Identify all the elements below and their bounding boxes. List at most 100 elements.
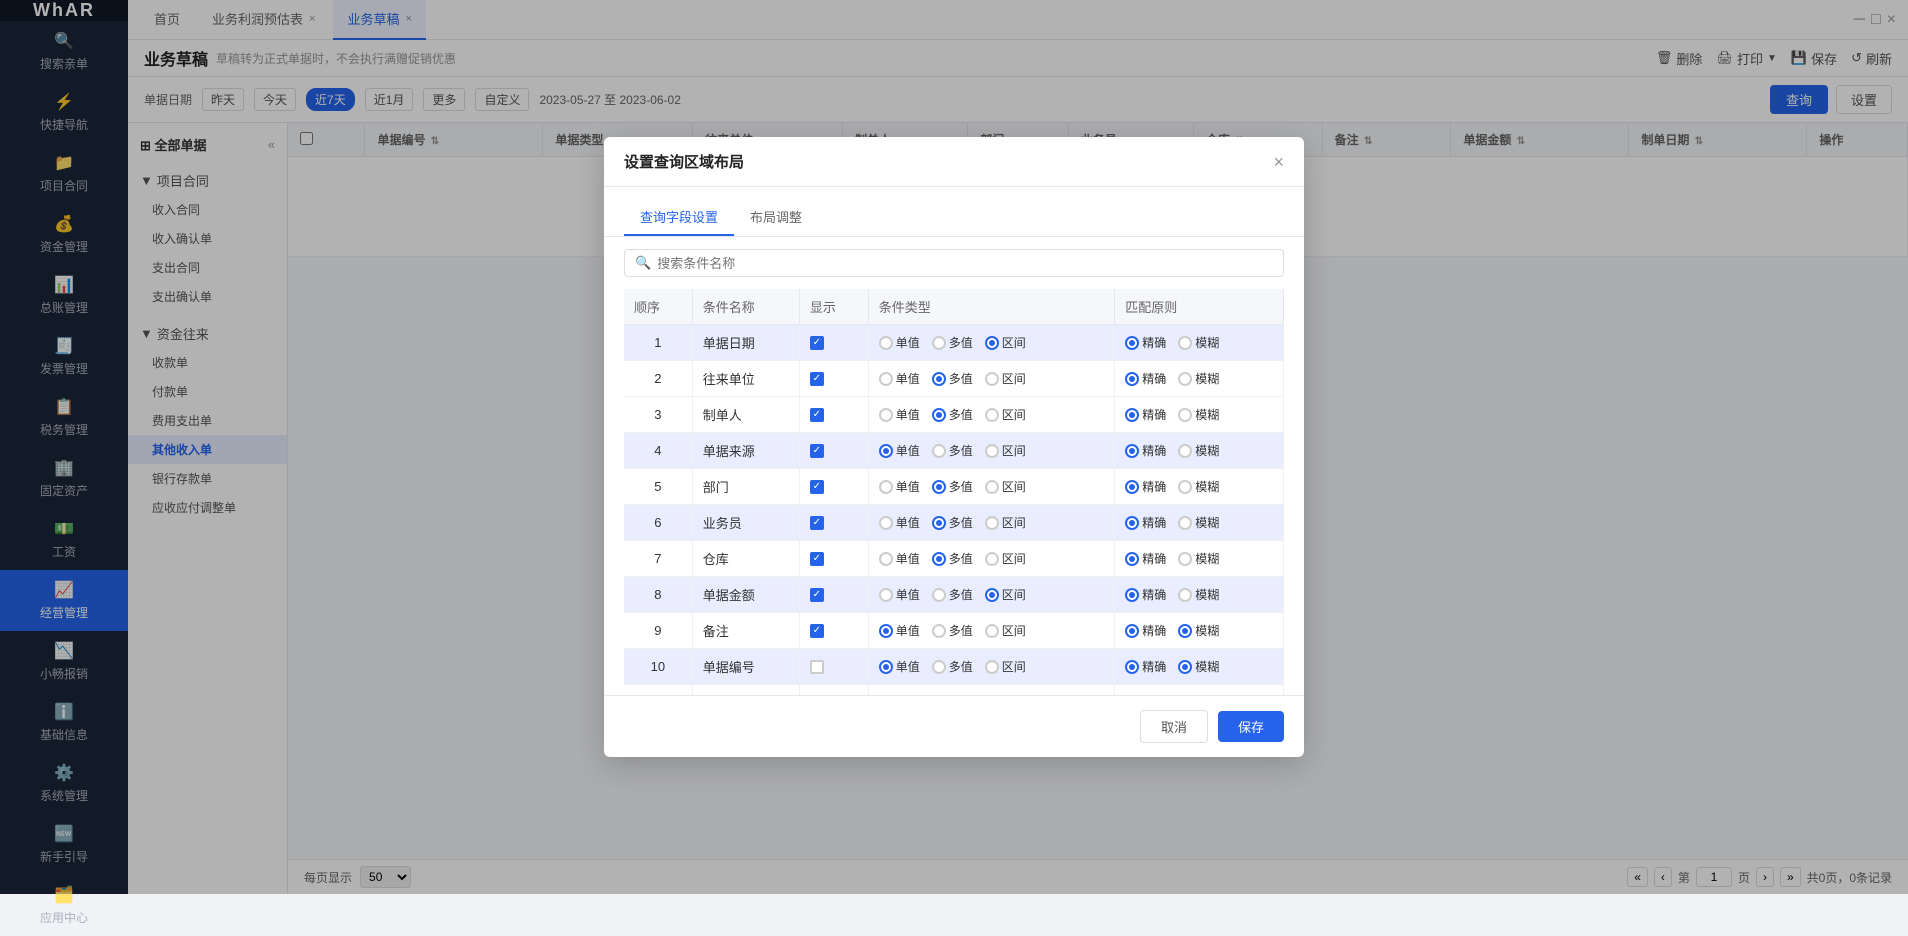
modal-row-type[interactable]: 单值多值区间 xyxy=(868,541,1114,577)
match-radio-精确[interactable]: 精确 xyxy=(1125,514,1166,531)
cancel-button[interactable]: 取消 xyxy=(1140,710,1208,743)
modal-row-match[interactable]: 精确模糊 xyxy=(1115,649,1284,685)
match-radio-精确[interactable]: 精确 xyxy=(1125,586,1166,603)
type-radio-单值[interactable]: 单值 xyxy=(879,478,920,495)
type-radio-区间[interactable]: 区间 xyxy=(985,514,1026,531)
type-radio-单值[interactable]: 单值 xyxy=(879,550,920,567)
type-radio-多值[interactable]: 多值 xyxy=(932,370,973,387)
modal-row-match[interactable]: 精确模糊 xyxy=(1115,469,1284,505)
match-radio-模糊[interactable]: 模糊 xyxy=(1178,478,1219,495)
type-radio-单值[interactable]: 单值 xyxy=(879,406,920,423)
match-radio-模糊[interactable]: 模糊 xyxy=(1178,334,1219,351)
type-radio-区间[interactable]: 区间 xyxy=(985,550,1026,567)
modal-row-type[interactable]: 单值多值区间 xyxy=(868,433,1114,469)
modal-row-show[interactable]: ✓ xyxy=(799,361,868,397)
modal-row-show[interactable]: ✓ xyxy=(799,433,868,469)
modal-row-type[interactable]: 单值多值区间 xyxy=(868,685,1114,696)
type-radio-多值[interactable]: 多值 xyxy=(932,442,973,459)
match-radio-精确[interactable]: 精确 xyxy=(1125,622,1166,639)
modal-row-show[interactable]: ✓ xyxy=(799,397,868,433)
type-radio-多值[interactable]: 多值 xyxy=(932,658,973,675)
match-radio-模糊[interactable]: 模糊 xyxy=(1178,658,1219,675)
show-checkbox[interactable]: ✓ xyxy=(810,624,824,638)
type-radio-区间[interactable]: 区间 xyxy=(985,478,1026,495)
match-radio-精确[interactable]: 精确 xyxy=(1125,334,1166,351)
modal-row-match[interactable]: 精确模糊 xyxy=(1115,613,1284,649)
modal-row-show[interactable]: ✓ xyxy=(799,325,868,361)
modal-row-match[interactable]: 精确模糊 xyxy=(1115,505,1284,541)
match-radio-精确[interactable]: 精确 xyxy=(1125,478,1166,495)
modal-tab-query[interactable]: 查询字段设置 xyxy=(624,199,734,236)
match-radio-模糊[interactable]: 模糊 xyxy=(1178,622,1219,639)
type-radio-单值[interactable]: 单值 xyxy=(879,658,920,675)
modal-row-show[interactable]: ✓ xyxy=(799,541,868,577)
match-radio-模糊[interactable]: 模糊 xyxy=(1178,442,1219,459)
type-radio-区间[interactable]: 区间 xyxy=(985,586,1026,603)
modal-search-input[interactable] xyxy=(657,256,1273,271)
match-radio-精确[interactable]: 精确 xyxy=(1125,442,1166,459)
modal-row-type[interactable]: 单值多值区间 xyxy=(868,649,1114,685)
modal-row-match[interactable]: 精确模糊 xyxy=(1115,577,1284,613)
type-radio-区间[interactable]: 区间 xyxy=(985,370,1026,387)
type-radio-单值[interactable]: 单值 xyxy=(879,622,920,639)
modal-row-type[interactable]: 单值多值区间 xyxy=(868,505,1114,541)
modal-row-match[interactable]: 精确模糊 xyxy=(1115,685,1284,696)
show-checkbox[interactable]: ✓ xyxy=(810,408,824,422)
match-radio-模糊[interactable]: 模糊 xyxy=(1178,370,1219,387)
modal-row-match[interactable]: 精确模糊 xyxy=(1115,397,1284,433)
modal-row-type[interactable]: 单值多值区间 xyxy=(868,325,1114,361)
modal-row-type[interactable]: 单值多值区间 xyxy=(868,361,1114,397)
modal-row-match[interactable]: 精确模糊 xyxy=(1115,541,1284,577)
modal-row-match[interactable]: 精确模糊 xyxy=(1115,433,1284,469)
type-radio-多值[interactable]: 多值 xyxy=(932,514,973,531)
show-checkbox[interactable] xyxy=(810,660,824,674)
show-checkbox[interactable]: ✓ xyxy=(810,552,824,566)
modal-row-show[interactable]: ✓ xyxy=(799,577,868,613)
show-checkbox[interactable]: ✓ xyxy=(810,372,824,386)
modal-row-show[interactable]: ✓ xyxy=(799,613,868,649)
match-radio-精确[interactable]: 精确 xyxy=(1125,658,1166,675)
match-radio-模糊[interactable]: 模糊 xyxy=(1178,406,1219,423)
type-radio-多值[interactable]: 多值 xyxy=(932,622,973,639)
match-radio-模糊[interactable]: 模糊 xyxy=(1178,514,1219,531)
show-checkbox[interactable]: ✓ xyxy=(810,516,824,530)
type-radio-多值[interactable]: 多值 xyxy=(932,478,973,495)
modal-row-type[interactable]: 单值多值区间 xyxy=(868,397,1114,433)
type-radio-区间[interactable]: 区间 xyxy=(985,658,1026,675)
match-radio-精确[interactable]: 精确 xyxy=(1125,550,1166,567)
modal-row-match[interactable]: 精确模糊 xyxy=(1115,325,1284,361)
show-checkbox[interactable]: ✓ xyxy=(810,336,824,350)
match-radio-精确[interactable]: 精确 xyxy=(1125,406,1166,423)
match-radio-精确[interactable]: 精确 xyxy=(1125,370,1166,387)
modal-overlay[interactable]: 设置查询区域布局 × 查询字段设置 布局调整 🔍 xyxy=(0,0,1908,894)
modal-row-type[interactable]: 单值多值区间 xyxy=(868,577,1114,613)
type-radio-区间[interactable]: 区间 xyxy=(985,334,1026,351)
match-radio-模糊[interactable]: 模糊 xyxy=(1178,586,1219,603)
modal-tab-layout[interactable]: 布局调整 xyxy=(734,199,818,236)
type-radio-区间[interactable]: 区间 xyxy=(985,406,1026,423)
type-radio-单值[interactable]: 单值 xyxy=(879,334,920,351)
type-radio-单值[interactable]: 单值 xyxy=(879,586,920,603)
modal-row-show[interactable]: ✓ xyxy=(799,505,868,541)
modal-save-button[interactable]: 保存 xyxy=(1218,711,1284,742)
type-radio-单值[interactable]: 单值 xyxy=(879,370,920,387)
modal-row-type[interactable]: 单值多值区间 xyxy=(868,613,1114,649)
type-radio-多值[interactable]: 多值 xyxy=(932,550,973,567)
type-radio-多值[interactable]: 多值 xyxy=(932,406,973,423)
modal-close-button[interactable]: × xyxy=(1273,153,1284,171)
show-checkbox[interactable]: ✓ xyxy=(810,480,824,494)
type-radio-区间[interactable]: 区间 xyxy=(985,622,1026,639)
show-checkbox[interactable]: ✓ xyxy=(810,444,824,458)
show-checkbox[interactable]: ✓ xyxy=(810,588,824,602)
match-radio-模糊[interactable]: 模糊 xyxy=(1178,550,1219,567)
type-radio-单值[interactable]: 单值 xyxy=(879,514,920,531)
modal-row-match[interactable]: 精确模糊 xyxy=(1115,361,1284,397)
modal-row-show[interactable]: ✓ xyxy=(799,469,868,505)
modal-row-type[interactable]: 单值多值区间 xyxy=(868,469,1114,505)
modal-row-show[interactable] xyxy=(799,685,868,696)
modal-row-show[interactable] xyxy=(799,649,868,685)
type-radio-多值[interactable]: 多值 xyxy=(932,586,973,603)
type-radio-多值[interactable]: 多值 xyxy=(932,334,973,351)
type-radio-单值[interactable]: 单值 xyxy=(879,442,920,459)
type-radio-区间[interactable]: 区间 xyxy=(985,442,1026,459)
